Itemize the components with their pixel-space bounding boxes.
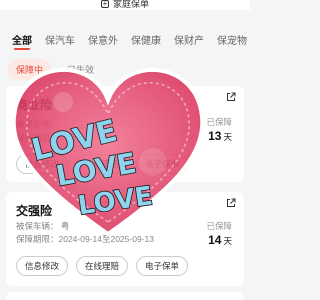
covered-days-label: 已保障: [206, 221, 232, 231]
next-card-edge: [6, 292, 244, 300]
status-filter-row: 保障中 已失效: [8, 58, 102, 80]
tab-accident[interactable]: 保意外: [88, 24, 118, 47]
policy-title: 交强险: [16, 204, 53, 218]
coverage-period: 保障期限：: [16, 133, 59, 143]
tab-all[interactable]: 全部: [12, 24, 32, 50]
filter-active[interactable]: 保障中: [8, 58, 52, 80]
filter-expired[interactable]: 已失效: [59, 59, 102, 80]
tab-car[interactable]: 保汽车: [45, 24, 75, 47]
tab-property[interactable]: 保财产: [174, 24, 204, 47]
covered-days: 13 天: [208, 129, 232, 143]
tab-health[interactable]: 保健康: [131, 24, 161, 47]
family-policy-button[interactable]: + 家庭保单: [91, 0, 159, 10]
policy-title: 商业险: [16, 98, 53, 112]
policy-card-commercial[interactable]: 商业险 被保车辆： 保障期限： 已保障 13 天 信息修改 在线理赔 电子保单: [6, 86, 244, 182]
external-link-icon[interactable]: [226, 198, 236, 208]
edit-info-button[interactable]: 信息修改: [16, 154, 69, 174]
online-claim-button[interactable]: 在线理赔: [76, 256, 129, 276]
online-claim-button[interactable]: 在线理赔: [76, 154, 129, 174]
policy-card-compulsory[interactable]: 交强险 被保车辆： 粤 保障期限：2024-09-14至2025-09-13 已…: [6, 192, 244, 286]
card-actions: 信息修改 在线理赔 电子保单: [16, 256, 189, 276]
external-link-icon[interactable]: [226, 92, 236, 102]
edit-info-button[interactable]: 信息修改: [16, 256, 69, 276]
family-policy-label: 家庭保单: [112, 0, 149, 9]
tab-pet[interactable]: 保宠物: [217, 24, 247, 47]
card-actions: 信息修改 在线理赔 电子保单: [16, 154, 189, 174]
top-bar: + 家庭保单: [0, 0, 250, 10]
e-policy-button[interactable]: 电子保单: [136, 154, 189, 174]
category-tabs: 全部 保汽车 保意外 保健康 保财产 保宠物: [0, 24, 250, 54]
covered-days-label: 已保障: [206, 117, 232, 127]
e-policy-button[interactable]: 电子保单: [136, 256, 189, 276]
insured-vehicle: 被保车辆： 粤: [16, 221, 70, 231]
covered-days: 14 天: [208, 233, 232, 247]
plus-icon: +: [100, 0, 109, 8]
insured-vehicle: 被保车辆：: [16, 119, 59, 129]
coverage-period: 保障期限：2024-09-14至2025-09-13: [16, 234, 154, 244]
